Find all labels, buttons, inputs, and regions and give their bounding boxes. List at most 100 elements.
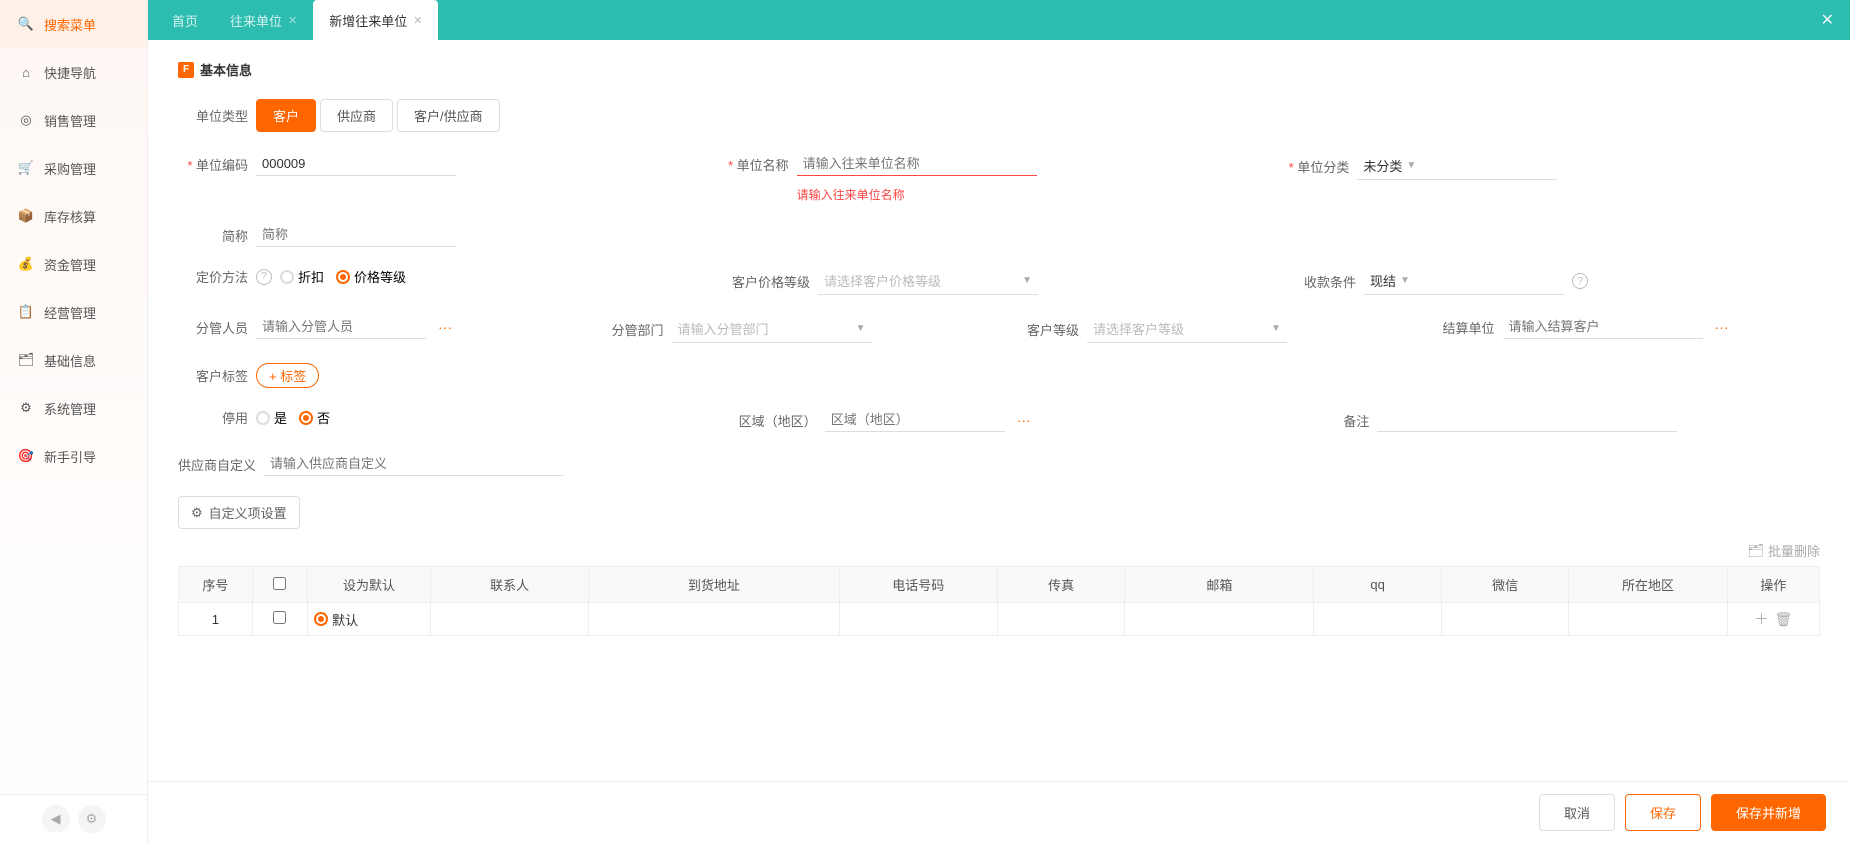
tab-home[interactable]: 首页 xyxy=(156,0,214,40)
tabbar: 首页 往来单位 ✕ 新增往来单位 ✕ ✕ xyxy=(148,0,1850,40)
region-more-btn[interactable]: ··· xyxy=(1017,412,1031,428)
region-input[interactable] xyxy=(825,408,1005,432)
custom-settings-btn[interactable]: ⚙ 自定义项设置 xyxy=(178,496,300,529)
sidebar-item-inventory[interactable]: 📦 库存核算 xyxy=(0,192,147,240)
section-icon: F xyxy=(178,62,194,78)
add-tag-btn[interactable]: + 标签 xyxy=(256,363,319,388)
tab-partner-list-close[interactable]: ✕ xyxy=(288,14,297,27)
cell-contact-input[interactable] xyxy=(465,612,555,627)
sidebar-item-system[interactable]: ⚙ 系统管理 xyxy=(0,384,147,432)
cell-phone xyxy=(839,603,997,636)
sidebar-item-guide[interactable]: 🎯 新手引导 xyxy=(0,432,147,480)
sidebar-item-search[interactable]: 🔍 搜索菜单 xyxy=(0,0,147,48)
sidebar: 🔍 搜索菜单 ⌂ 快捷导航 ◎ 销售管理 🛒 采购管理 📦 库存核算 💰 资金管… xyxy=(0,0,148,843)
row-checkbox[interactable] xyxy=(273,611,286,624)
short-name-input[interactable] xyxy=(256,223,456,247)
unit-btn-supplier[interactable]: 供应商 xyxy=(320,99,393,132)
sidebar-settings-icon[interactable]: ⚙ xyxy=(78,805,106,833)
table-select-all[interactable] xyxy=(273,577,286,590)
radio-no[interactable]: 否 xyxy=(299,408,330,427)
sidebar-collapse-icon[interactable]: ◀ xyxy=(42,805,70,833)
cell-weixin-input[interactable] xyxy=(1470,612,1540,627)
radio-discount[interactable]: 折扣 xyxy=(280,267,324,286)
tab-new-partner-close[interactable]: ✕ xyxy=(413,14,422,27)
tab-new-partner[interactable]: 新增往来单位 ✕ xyxy=(313,0,438,40)
customer-price-level-select[interactable]: 请选择客户价格等级 ▼ xyxy=(818,267,1038,295)
tags-field: 客户标签 + 标签 xyxy=(178,363,1820,388)
tabbar-close-all[interactable]: ✕ xyxy=(1813,10,1842,30)
unit-type-field: 单位类型 客户 供应商 客户/供应商 xyxy=(178,99,1820,132)
manager-row: 分管人员 ··· 分管部门 请输入分管部门 ▼ 客户等级 请选择客户等级 ▼ 结… xyxy=(178,315,1820,343)
unit-name-label: 单位名称 xyxy=(719,155,789,174)
row-delete-btn[interactable]: 🗑 xyxy=(1774,611,1792,628)
customer-level-label: 客户等级 xyxy=(1009,320,1079,339)
col-header-area: 所在地区 xyxy=(1569,567,1727,603)
batch-delete-label[interactable]: 批量删除 xyxy=(1768,541,1820,560)
col-header-fax: 传真 xyxy=(997,567,1125,603)
remarks-input[interactable] xyxy=(1377,408,1677,432)
manager-input[interactable] xyxy=(256,315,426,339)
unit-name-field: 单位名称 请输入往来单位名称 xyxy=(719,152,1260,203)
sidebar-item-quick-nav[interactable]: ⌂ 快捷导航 xyxy=(0,48,147,96)
unit-category-field: 单位分类 未分类 ▼ xyxy=(1279,152,1820,180)
radio-price-level[interactable]: 价格等级 xyxy=(336,267,406,286)
manager-field: 分管人员 ··· xyxy=(178,315,574,339)
supplier-custom-input[interactable] xyxy=(264,452,564,476)
sidebar-item-operations[interactable]: 📋 经营管理 xyxy=(0,288,147,336)
cell-email-input[interactable] xyxy=(1164,612,1274,627)
sidebar-bottom: ◀ ⚙ xyxy=(0,794,147,843)
supplier-custom-label: 供应商自定义 xyxy=(178,455,256,474)
settlement-unit-label: 结算单位 xyxy=(1425,318,1495,337)
short-name-row: 简称 xyxy=(178,223,1820,247)
customer-price-level-label: 客户价格等级 xyxy=(732,272,810,291)
row-default-radio[interactable]: 默认 xyxy=(314,610,424,629)
section-title-basic-info: F 基本信息 xyxy=(178,60,1820,79)
batch-delete-icon: 🗂 xyxy=(1747,543,1764,559)
unit-name-input[interactable] xyxy=(797,152,1037,176)
cell-area-input[interactable] xyxy=(1603,612,1693,627)
payment-terms-arrow: ▼ xyxy=(1400,275,1410,286)
payment-terms-field: 收款条件 现结 ▼ ? xyxy=(1286,267,1820,295)
customer-level-select[interactable]: 请选择客户等级 ▼ xyxy=(1087,315,1287,343)
cell-qq-input[interactable] xyxy=(1343,612,1413,627)
batch-delete-area: 🗂 批量删除 xyxy=(178,541,1820,560)
sidebar-item-purchase[interactable]: 🛒 采购管理 xyxy=(0,144,147,192)
cancel-button[interactable]: 取消 xyxy=(1539,794,1615,831)
cell-fax-input[interactable] xyxy=(1026,612,1096,627)
cell-weixin xyxy=(1441,603,1569,636)
tags-label: 客户标签 xyxy=(178,366,248,385)
sidebar-item-basic-info[interactable]: 🗂 基础信息 xyxy=(0,336,147,384)
cell-phone-input[interactable] xyxy=(873,612,963,627)
radio-yes[interactable]: 是 xyxy=(256,408,287,427)
short-name-label: 简称 xyxy=(178,226,248,245)
sidebar-item-finance[interactable]: 💰 资金管理 xyxy=(0,240,147,288)
unit-btn-both[interactable]: 客户/供应商 xyxy=(397,99,500,132)
col-header-weixin: 微信 xyxy=(1441,567,1569,603)
customer-price-level-field: 客户价格等级 请选择客户价格等级 ▼ xyxy=(732,267,1266,295)
department-select[interactable]: 请输入分管部门 ▼ xyxy=(672,315,872,343)
payment-terms-select[interactable]: 现结 ▼ xyxy=(1364,267,1564,295)
pricing-radio-group: 折扣 价格等级 xyxy=(280,267,406,286)
settlement-unit-more-btn[interactable]: ··· xyxy=(1715,319,1729,335)
guide-icon: 🎯 xyxy=(16,446,36,466)
operations-icon: 📋 xyxy=(16,302,36,322)
settlement-unit-input[interactable] xyxy=(1503,315,1703,339)
remarks-label: 备注 xyxy=(1299,411,1369,430)
row-add-btn[interactable]: ＋ xyxy=(1754,609,1768,629)
payment-terms-help-icon[interactable]: ? xyxy=(1572,273,1588,289)
unit-btn-customer[interactable]: 客户 xyxy=(256,99,316,132)
cell-addr xyxy=(589,603,839,636)
sidebar-item-sales[interactable]: ◎ 销售管理 xyxy=(0,96,147,144)
customer-level-arrow: ▼ xyxy=(1271,323,1281,334)
manager-more-btn[interactable]: ··· xyxy=(438,319,452,335)
pricing-help-icon[interactable]: ? xyxy=(256,269,272,285)
tab-partner-list[interactable]: 往来单位 ✕ xyxy=(214,0,313,40)
unit-name-error: 请输入往来单位名称 xyxy=(797,186,905,203)
unit-code-input[interactable] xyxy=(256,152,456,176)
save-and-add-button[interactable]: 保存并新增 xyxy=(1711,794,1826,831)
cell-email xyxy=(1125,603,1314,636)
col-header-addr: 到货地址 xyxy=(589,567,839,603)
save-button[interactable]: 保存 xyxy=(1625,794,1701,831)
cell-addr-input[interactable] xyxy=(639,612,789,627)
unit-category-select[interactable]: 未分类 ▼ xyxy=(1357,152,1557,180)
